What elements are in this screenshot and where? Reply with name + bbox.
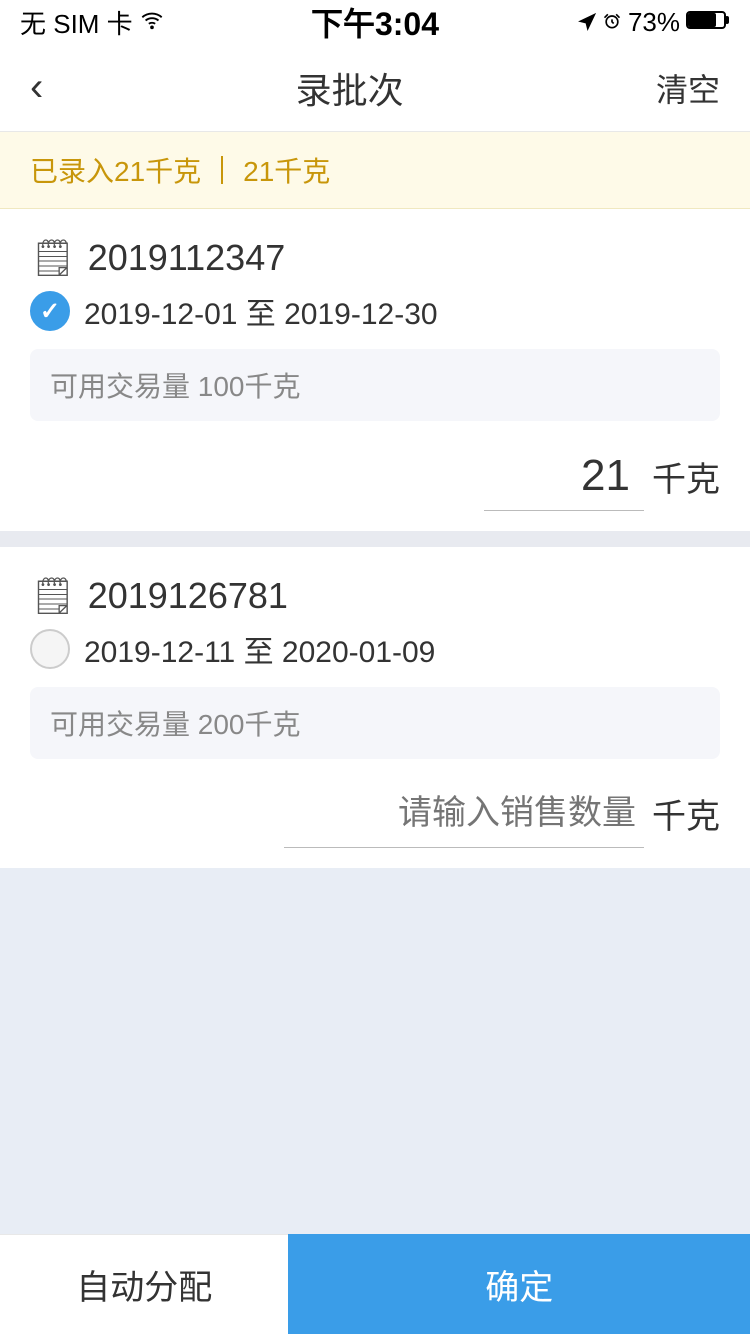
batch-available-2: 可用交易量 200千克 bbox=[30, 687, 720, 759]
confirm-button[interactable]: 确定 bbox=[288, 1234, 750, 1334]
clear-button[interactable]: 清空 bbox=[656, 65, 720, 111]
batch-unit-1: 千克 bbox=[652, 452, 720, 501]
radio-1[interactable] bbox=[30, 291, 70, 331]
page-title: 录批次 bbox=[296, 62, 404, 114]
batch-date-2: 2019-12-11 至 2020-01-09 bbox=[84, 627, 435, 671]
battery-icon bbox=[686, 7, 730, 38]
auto-distribute-button[interactable]: 自动分配 bbox=[0, 1234, 288, 1334]
batch-date-row-2[interactable]: 2019-12-11 至 2020-01-09 bbox=[0, 627, 750, 687]
summary-bar: 已录入21千克 21千克 bbox=[0, 132, 750, 209]
status-time: 下午3:04 bbox=[311, 0, 439, 45]
radio-2[interactable] bbox=[30, 629, 70, 669]
carrier-text: 无 SIM 卡 bbox=[20, 4, 133, 41]
batch-date-1: 2019-12-01 至 2019-12-30 bbox=[84, 289, 438, 333]
batch-date-row-1[interactable]: 2019-12-01 至 2019-12-30 bbox=[0, 289, 750, 349]
status-right: 73% bbox=[578, 7, 730, 38]
batch-card-2: 🗒 2019126781 2019-12-11 至 2020-01-09 可用交… bbox=[0, 547, 750, 868]
batch-card-1: 🗒 2019112347 2019-12-01 至 2019-12-30 可用交… bbox=[0, 209, 750, 531]
summary-value: 21千克 bbox=[243, 150, 330, 190]
batch-amount-1: 21 bbox=[581, 451, 630, 501]
summary-label: 已录入21千克 bbox=[30, 150, 201, 190]
empty-area bbox=[0, 868, 750, 1288]
batch-id-1: 2019112347 bbox=[88, 237, 286, 279]
batch-unit-2: 千克 bbox=[652, 789, 720, 838]
status-left: 无 SIM 卡 bbox=[20, 4, 163, 41]
batch-header-1: 🗒 2019112347 bbox=[0, 209, 750, 289]
status-bar: 无 SIM 卡 下午3:04 73% bbox=[0, 0, 750, 44]
batch-id-2: 2019126781 bbox=[88, 575, 288, 617]
summary-divider bbox=[221, 156, 223, 184]
bottom-bar: 自动分配 确定 bbox=[0, 1234, 750, 1334]
amount-underline-1 bbox=[484, 510, 644, 511]
batch-icon-1: 🗒 bbox=[30, 237, 76, 279]
quantity-input-2[interactable] bbox=[336, 794, 636, 833]
amount-underline-2 bbox=[284, 847, 644, 848]
battery-percentage: 73% bbox=[628, 7, 680, 38]
separator-1 bbox=[0, 531, 750, 547]
back-button[interactable]: ‹ bbox=[30, 65, 43, 110]
batch-icon-2: 🗒 bbox=[30, 575, 76, 617]
nav-bar: ‹ 录批次 清空 bbox=[0, 44, 750, 132]
batch-header-2: 🗒 2019126781 bbox=[0, 547, 750, 627]
wifi-icon bbox=[141, 7, 163, 38]
location-icon bbox=[578, 7, 596, 38]
batch-available-1: 可用交易量 100千克 bbox=[30, 349, 720, 421]
alarm-icon bbox=[602, 7, 622, 38]
